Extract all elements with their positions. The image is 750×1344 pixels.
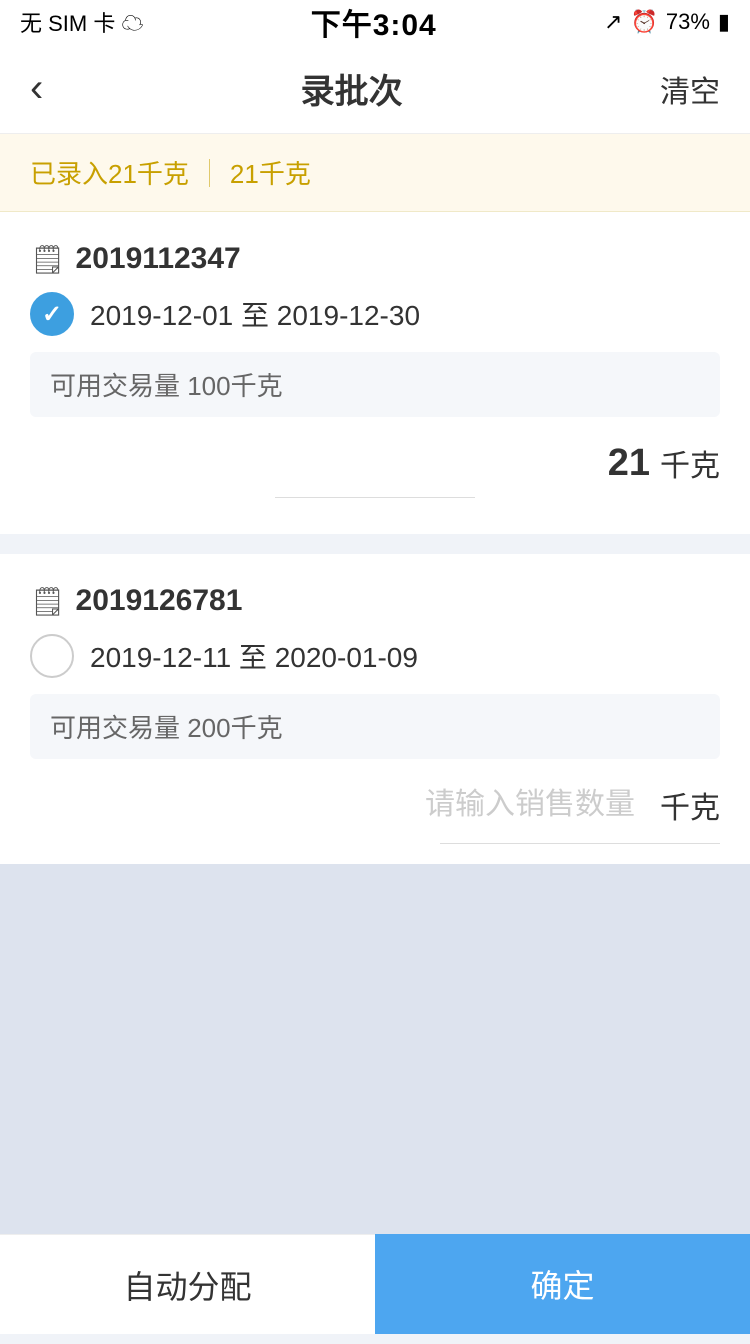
batch-item-1: 🗒 2019112347 2019-12-01 至 2019-12-30 可用交… (0, 212, 750, 417)
batch2-id: 2019126781 (76, 584, 243, 618)
batch1-date: 2019-12-01 至 2019-12-30 (90, 294, 420, 334)
batch2-input-unit: 千克 (660, 783, 720, 827)
status-left: 无 SIM 卡 ☁ (20, 6, 143, 38)
status-bar: 无 SIM 卡 ☁ 下午3:04 ↗ ⏰ 73% ▮ (0, 0, 750, 44)
content-area: 🗒 2019112347 2019-12-01 至 2019-12-30 可用交… (0, 212, 750, 1344)
batch1-amount-unit: 千克 (660, 441, 720, 485)
batch2-input-underline (440, 843, 720, 844)
page-title: 录批次 (301, 64, 403, 113)
sim-label: 无 SIM 卡 ☁ (20, 6, 143, 38)
batch2-header: 🗒 2019126781 (30, 584, 720, 618)
battery-icon: ▮ (718, 9, 730, 35)
recorded-value: 21千克 (230, 154, 311, 191)
info-banner: 已录入21千克 21千克 (0, 134, 750, 212)
alarm-icon: ⏰ (630, 9, 657, 35)
batch1-id: 2019112347 (76, 242, 241, 276)
banner-divider (209, 159, 210, 187)
batch1-amount-wrapper: 21 千克 (0, 417, 750, 534)
location-icon: ↗ (604, 9, 622, 35)
batch1-amount-row: 21 千克 (0, 417, 750, 514)
status-time: 下午3:04 (311, 0, 437, 44)
batch2-icon: 🗒 (30, 585, 66, 618)
recorded-label: 已录入21千克 (30, 154, 189, 191)
batch-item-2: 🗒 2019126781 2019-12-11 至 2020-01-09 可用交… (0, 554, 750, 759)
batch1-qty: 可用交易量 100千克 (30, 352, 720, 417)
status-right: ↗ ⏰ 73% ▮ (604, 9, 730, 35)
bottom-bar: 自动分配 确定 (0, 1234, 750, 1334)
auto-distribute-button[interactable]: 自动分配 (0, 1234, 375, 1334)
batch1-header: 🗒 2019112347 (30, 242, 720, 276)
batch1-icon: 🗒 (30, 243, 66, 276)
batch2-qty-input[interactable] (30, 788, 650, 822)
batch1-date-row: 2019-12-01 至 2019-12-30 (30, 292, 720, 336)
confirm-button[interactable]: 确定 (375, 1234, 750, 1334)
clear-button[interactable]: 清空 (660, 67, 720, 111)
batch1-radio[interactable] (30, 292, 74, 336)
batch2-radio[interactable] (30, 634, 74, 678)
batch2-input-row: 千克 (0, 759, 750, 843)
batch2-date-row: 2019-12-11 至 2020-01-09 (30, 634, 720, 678)
section-divider (0, 534, 750, 554)
nav-bar: ‹ 录批次 清空 (0, 44, 750, 134)
batch2-date: 2019-12-11 至 2020-01-09 (90, 636, 418, 676)
batch2-qty: 可用交易量 200千克 (30, 694, 720, 759)
battery-label: 73% (666, 9, 710, 35)
empty-area (0, 864, 750, 1244)
back-button[interactable]: ‹ (30, 66, 43, 111)
batch1-amount-value: 21 (608, 442, 650, 485)
batch1-underline (275, 497, 475, 498)
